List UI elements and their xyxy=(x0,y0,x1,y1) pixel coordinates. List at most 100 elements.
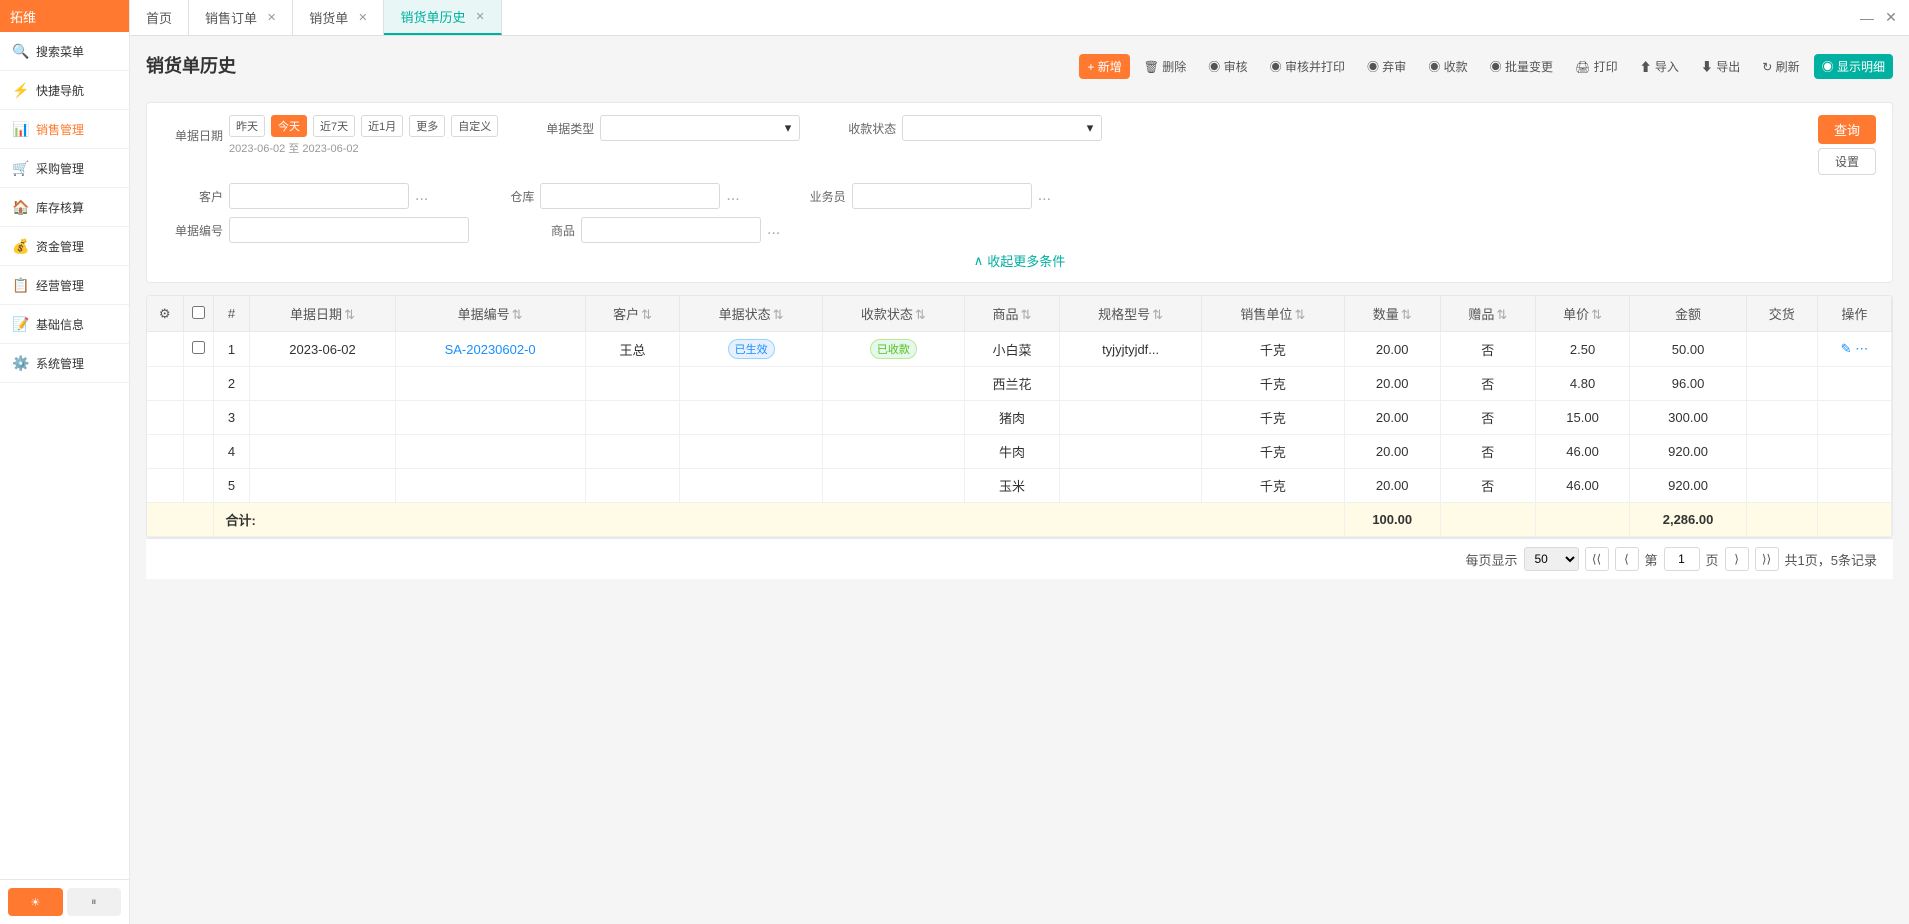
audit-button[interactable]: ◉ 审核 xyxy=(1200,54,1255,79)
window-close-btn[interactable]: ✕ xyxy=(1881,8,1901,28)
tab-sales-order-close[interactable]: ✕ xyxy=(267,11,276,24)
print-button[interactable]: 🖨 打印 xyxy=(1567,54,1626,79)
filter-customer-dots[interactable]: ... xyxy=(415,187,428,205)
sidebar-item-label: 经营管理 xyxy=(36,277,84,294)
sidebar-bottom: ☀ ⏸ xyxy=(0,879,129,924)
filter-pay-status-select[interactable]: ▾ xyxy=(902,115,1102,141)
filter-goods-dots[interactable]: ... xyxy=(767,221,780,239)
filter-customer-input[interactable] xyxy=(229,183,409,209)
col-doc-status[interactable]: 单据状态⇅ xyxy=(680,296,822,332)
collect-button[interactable]: ◉ 收款 xyxy=(1420,54,1475,79)
page-first-btn[interactable]: ⟨⟨ xyxy=(1585,547,1609,571)
filter-row-3: 单据编号 商品 ... xyxy=(163,217,1876,243)
export-button[interactable]: ⬇ 导出 xyxy=(1693,54,1748,79)
sidebar-item-inventory[interactable]: 🏠 库存核算 xyxy=(0,188,129,227)
cell-gift: 否 xyxy=(1440,401,1535,435)
sidebar-item-purchase-mgmt[interactable]: 🛒 采购管理 xyxy=(0,149,129,188)
tab-sales-delivery[interactable]: 销货单 ✕ xyxy=(293,0,384,35)
col-goods[interactable]: 商品⇅ xyxy=(965,296,1060,332)
query-button[interactable]: 查询 xyxy=(1818,115,1876,144)
col-qty[interactable]: 数量⇅ xyxy=(1344,296,1440,332)
collapse-label: 收起更多条件 xyxy=(987,251,1065,270)
col-gear[interactable]: ⚙ xyxy=(147,296,183,332)
col-unit[interactable]: 销售单位⇅ xyxy=(1202,296,1344,332)
date-1month-btn[interactable]: 近1月 xyxy=(361,115,403,137)
filter-goods-input[interactable] xyxy=(581,217,761,243)
date-custom-btn[interactable]: 自定义 xyxy=(451,115,498,137)
import-button[interactable]: ⬆ 导入 xyxy=(1632,54,1687,79)
filter-customer-label: 客户 xyxy=(163,188,223,205)
col-checkbox[interactable] xyxy=(183,296,213,332)
new-button[interactable]: + 新增 xyxy=(1079,54,1129,79)
batch-change-button[interactable]: ◉ 批量变更 xyxy=(1482,54,1561,79)
audit-print-button[interactable]: ◉ 审核并打印 xyxy=(1262,54,1353,79)
col-spec[interactable]: 规格型号⇅ xyxy=(1059,296,1201,332)
filter-warehouse-label: 仓库 xyxy=(474,188,534,205)
filter-warehouse-dots[interactable]: ... xyxy=(726,187,739,205)
sidebar-setting-btn[interactable]: ⏸ xyxy=(67,888,122,916)
tab-sales-history-close[interactable]: ✕ xyxy=(476,10,485,23)
content-area: 销货单历史 + 新增 🗑 删除 ◉ 审核 ◉ 审核并打印 ◉ 弃审 ◉ 收款 ◉… xyxy=(130,36,1909,924)
col-pay-status[interactable]: 收款状态⇅ xyxy=(822,296,964,332)
cell-unit: 千克 xyxy=(1202,469,1344,503)
doc-no-link[interactable]: SA-20230602-0 xyxy=(445,342,536,357)
date-today-btn[interactable]: 今天 xyxy=(271,115,307,137)
col-gift[interactable]: 赠品⇅ xyxy=(1440,296,1535,332)
page-prev-btn[interactable]: ⟨ xyxy=(1615,547,1639,571)
tab-sales-delivery-close[interactable]: ✕ xyxy=(358,11,367,24)
table-row: 5 玉米 千克 20.00 否 46.00 920.00 xyxy=(147,469,1892,503)
cell-doc-status xyxy=(680,469,822,503)
cell-amount: 50.00 xyxy=(1630,332,1746,367)
cell-trade xyxy=(1746,332,1817,367)
sidebar-item-basic-info[interactable]: 📝 基础信息 xyxy=(0,305,129,344)
filter-staff-input[interactable] xyxy=(852,183,1032,209)
page-next-btn[interactable]: ⟩ xyxy=(1725,547,1749,571)
sort-qty-icon: ⇅ xyxy=(1401,307,1412,322)
filter-type-select[interactable]: ▾ xyxy=(600,115,800,141)
page-last-btn[interactable]: ⟩⟩ xyxy=(1755,547,1779,571)
tab-home[interactable]: 首页 xyxy=(130,0,189,35)
delete-button[interactable]: 🗑 删除 xyxy=(1136,54,1195,79)
col-date-label: 单据日期 xyxy=(290,307,342,322)
filter-warehouse-input[interactable] xyxy=(540,183,720,209)
collapse-row[interactable]: ∧ 收起更多条件 xyxy=(163,251,1876,270)
sidebar-item-operations[interactable]: 📋 经营管理 xyxy=(0,266,129,305)
sidebar-item-finance[interactable]: 💰 资金管理 xyxy=(0,227,129,266)
edit-action[interactable]: ✎ xyxy=(1841,341,1852,356)
window-minimize-btn[interactable]: — xyxy=(1857,8,1877,28)
filter-doc-no-label: 单据编号 xyxy=(163,222,223,239)
footer-empty-4 xyxy=(1746,503,1817,537)
sidebar-item-sales-mgmt[interactable]: 📊 销售管理 xyxy=(0,110,129,149)
cell-gear xyxy=(147,401,183,435)
refresh-button[interactable]: ↻ 刷新 xyxy=(1754,54,1807,79)
set-button[interactable]: 设置 xyxy=(1818,148,1876,175)
col-date[interactable]: 单据日期⇅ xyxy=(250,296,395,332)
filter-doc-no-input[interactable] xyxy=(229,217,469,243)
page-number-input[interactable] xyxy=(1664,547,1700,571)
tab-sales-history[interactable]: 销货单历史 ✕ xyxy=(384,0,501,35)
col-row-no: # xyxy=(213,296,250,332)
cell-doc-status xyxy=(680,401,822,435)
sys-icon: ⚙️ xyxy=(12,354,30,372)
show-detail-button[interactable]: ◉ 显示明细 xyxy=(1814,54,1893,79)
footer-total-amount: 2,286.00 xyxy=(1630,503,1746,537)
row-checkbox[interactable] xyxy=(192,341,205,354)
tab-sales-order-label: 销售订单 xyxy=(205,8,257,27)
filter-staff-dots[interactable]: ... xyxy=(1038,187,1051,205)
col-price[interactable]: 单价⇅ xyxy=(1535,296,1630,332)
col-doc-no[interactable]: 单据编号⇅ xyxy=(395,296,585,332)
date-more-btn[interactable]: 更多 xyxy=(409,115,445,137)
sidebar-item-sys-mgmt[interactable]: ⚙️ 系统管理 xyxy=(0,344,129,383)
col-customer[interactable]: 客户⇅ xyxy=(585,296,680,332)
select-all-checkbox[interactable] xyxy=(192,306,205,319)
sidebar-item-search-menu[interactable]: 🔍 搜索菜单 xyxy=(0,32,129,71)
tab-sales-order[interactable]: 销售订单 ✕ xyxy=(189,0,293,35)
date-yesterday-btn[interactable]: 昨天 xyxy=(229,115,265,137)
page-size-select[interactable]: 50 20 100 xyxy=(1524,547,1579,571)
collapse-icon: ∧ xyxy=(974,253,984,269)
discard-button[interactable]: ◉ 弃审 xyxy=(1359,54,1414,79)
more-action[interactable]: ⋯ xyxy=(1855,341,1868,356)
sidebar-collapse-btn[interactable]: ☀ xyxy=(8,888,63,916)
sidebar-item-quick-nav[interactable]: ⚡ 快捷导航 xyxy=(0,71,129,110)
date-7days-btn[interactable]: 近7天 xyxy=(313,115,355,137)
